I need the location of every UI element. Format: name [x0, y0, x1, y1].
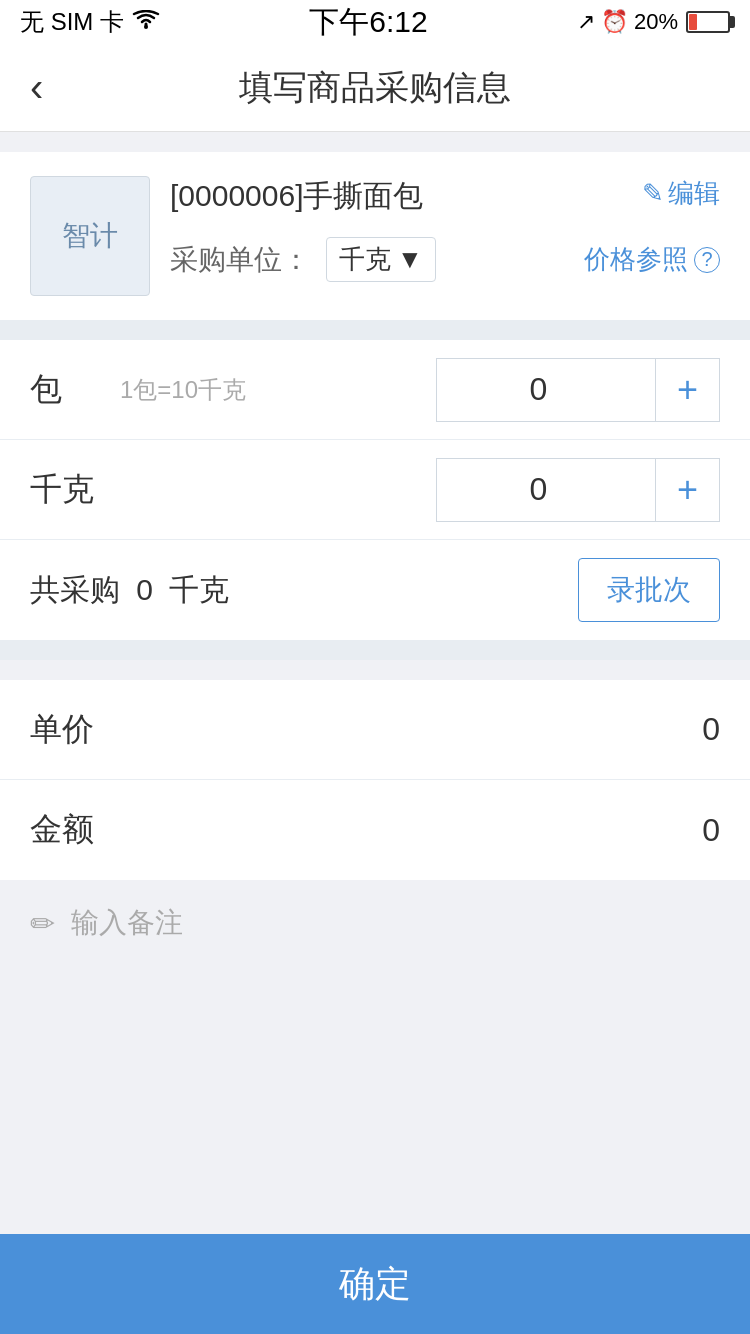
status-time: 下午6:12: [309, 2, 427, 43]
record-batch-button[interactable]: 录批次: [578, 558, 720, 622]
battery-icon: [686, 11, 730, 33]
status-bar: 无 SIM 卡 下午6:12 ↗ ⏰ 20%: [0, 0, 750, 44]
unit-value: 千克: [339, 242, 391, 277]
purchase-unit-row: 采购单位： 千克 ▼ 价格参照 ?: [170, 237, 720, 282]
price-ref-label: 价格参照: [584, 242, 688, 277]
unit-price-value: 0: [702, 711, 720, 748]
kg-input-row: 千克 +: [0, 440, 750, 540]
remark-placeholder: 输入备注: [71, 904, 183, 942]
edit-label: 编辑: [668, 176, 720, 211]
product-name: [0000006]手撕面包: [170, 176, 642, 217]
divider-1: [0, 320, 750, 340]
status-right: ↗ ⏰ 20%: [577, 9, 730, 35]
dropdown-arrow-icon: ▼: [397, 244, 423, 275]
product-logo: 智计: [62, 219, 118, 253]
bag-sublabel: 1包=10千克: [120, 374, 246, 406]
summary-row: 共采购 0 千克 录批次: [0, 540, 750, 640]
input-section: 包 1包=10千克 + 千克 +: [0, 340, 750, 540]
sim-status: 无 SIM 卡: [20, 6, 124, 38]
price-info-section: 单价 0 金额 0: [0, 680, 750, 880]
edit-icon: ✎: [642, 178, 664, 209]
product-image: 智计: [30, 176, 150, 296]
unit-label: 采购单位：: [170, 241, 310, 279]
kg-label: 千克: [30, 468, 110, 512]
summary-prefix: 共采购: [30, 573, 120, 606]
product-info: [0000006]手撕面包 ✎ 编辑 采购单位： 千克 ▼ 价格参照 ?: [170, 176, 720, 282]
confirm-button[interactable]: 确定: [339, 1260, 411, 1309]
svg-point-0: [144, 25, 148, 29]
page-title: 填写商品采购信息: [239, 65, 511, 111]
summary-text: 共采购 0 千克: [30, 570, 229, 611]
bag-plus-button[interactable]: +: [656, 358, 720, 422]
battery-percent: 20%: [634, 9, 678, 35]
summary-value: 0: [136, 573, 153, 606]
unit-dropdown[interactable]: 千克 ▼: [326, 237, 436, 282]
bag-quantity-input[interactable]: [436, 358, 656, 422]
unit-price-label: 单价: [30, 708, 94, 752]
kg-quantity-input[interactable]: [436, 458, 656, 522]
back-button[interactable]: ‹: [30, 65, 43, 110]
remark-section[interactable]: ✏ 输入备注: [0, 880, 750, 966]
kg-plus-button[interactable]: +: [656, 458, 720, 522]
alarm-icon: ⏰: [601, 9, 628, 35]
bag-input-row: 包 1包=10千克 +: [0, 340, 750, 440]
amount-row: 金额 0: [0, 780, 750, 880]
nav-bar: ‹ 填写商品采购信息: [0, 44, 750, 132]
bag-label: 包: [30, 368, 110, 412]
price-ref-help-icon: ?: [694, 247, 720, 273]
product-header: [0000006]手撕面包 ✎ 编辑: [170, 176, 720, 217]
price-ref-button[interactable]: 价格参照 ?: [584, 242, 720, 277]
confirm-bar[interactable]: 确定: [0, 1234, 750, 1334]
remark-pencil-icon: ✏: [30, 906, 55, 941]
wifi-icon: [132, 8, 160, 36]
status-left: 无 SIM 卡: [20, 6, 160, 38]
edit-button[interactable]: ✎ 编辑: [642, 176, 720, 211]
divider-2: [0, 640, 750, 660]
amount-value: 0: [702, 812, 720, 849]
content-spacer: [0, 966, 750, 1266]
bag-quantity-control: +: [436, 358, 720, 422]
kg-quantity-control: +: [436, 458, 720, 522]
location-icon: ↗: [577, 9, 595, 35]
unit-price-row: 单价 0: [0, 680, 750, 780]
product-card: 智计 [0000006]手撕面包 ✎ 编辑 采购单位： 千克 ▼ 价格参照 ?: [0, 152, 750, 320]
amount-label: 金额: [30, 808, 94, 852]
summary-unit: 千克: [169, 573, 229, 606]
